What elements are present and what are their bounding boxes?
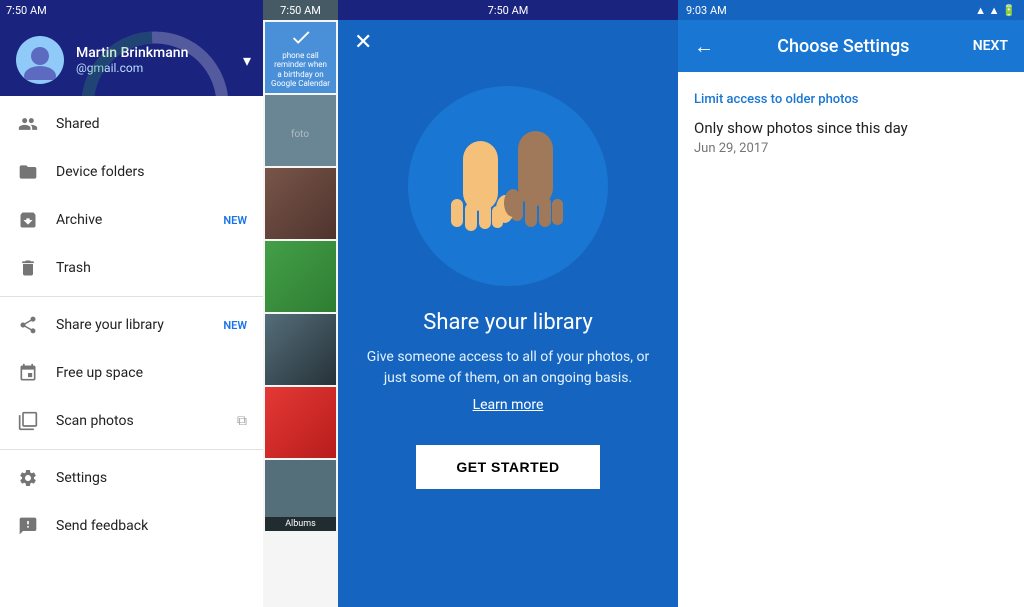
sidebar-item-send-feedback[interactable]: Send feedback <box>0 502 263 550</box>
free-space-icon <box>16 361 40 385</box>
svg-text:foto: foto <box>291 128 309 140</box>
share-title: Share your library <box>423 310 592 335</box>
grid-thumb-6 <box>265 387 336 458</box>
grid-thumb-3 <box>265 168 336 239</box>
free-space-label: Free up space <box>56 365 247 381</box>
status-bar-settings: 9:03 AM ▲ ▲ 🔋 <box>678 0 1024 20</box>
google-logo-bg <box>80 30 230 96</box>
settings-item-date: Jun 29, 2017 <box>694 141 1008 156</box>
grid-thumb-4 <box>265 241 336 312</box>
device-folders-label: Device folders <box>56 164 247 180</box>
albums-label: Albums <box>265 517 336 531</box>
share-library-label: Share your library <box>56 317 207 333</box>
grid-thumb-5 <box>265 314 336 385</box>
hands-illustration <box>408 86 608 286</box>
person-icon <box>16 112 40 136</box>
settings-title: Choose Settings <box>714 36 973 57</box>
get-started-button[interactable]: GET STARTED <box>416 445 599 489</box>
status-bar-left: 7:50 AM <box>0 0 263 20</box>
shared-label: Shared <box>56 116 247 132</box>
nav-divider-2 <box>0 449 263 450</box>
close-button[interactable]: ✕ <box>354 32 372 54</box>
trash-label: Trash <box>56 260 247 276</box>
status-bar-share: 7:50 AM <box>338 0 678 20</box>
feedback-icon <box>16 514 40 538</box>
status-time-left: 7:50 AM <box>6 4 47 17</box>
folder-icon <box>16 160 40 184</box>
share-panel: 7:50 AM ✕ Share your library Give someon… <box>338 0 678 607</box>
send-feedback-label: Send feedback <box>56 518 247 534</box>
archive-icon <box>16 208 40 232</box>
avatar <box>16 36 64 84</box>
sidebar-panel: 7:50 AM Martin Brinkmann @gmail.com ▾ <box>0 0 263 607</box>
sidebar-item-scan-photos[interactable]: Scan photos ⧉ <box>0 397 263 445</box>
sidebar-item-trash[interactable]: Trash <box>0 244 263 292</box>
settings-panel: 9:03 AM ▲ ▲ 🔋 ← Choose Settings NEXT Lim… <box>678 0 1024 607</box>
sidebar-header: Martin Brinkmann @gmail.com ▾ <box>0 20 263 96</box>
status-time-settings: 9:03 AM <box>686 4 727 17</box>
scan-photos-label: Scan photos <box>56 413 221 429</box>
archive-label: Archive <box>56 212 207 228</box>
sidebar-item-device-folders[interactable]: Device folders <box>0 148 263 196</box>
settings-topbar: ← Choose Settings NEXT <box>678 20 1024 72</box>
back-button[interactable]: ← <box>694 34 714 59</box>
signal-icons: ▲ ▲ 🔋 <box>975 4 1016 17</box>
learn-more-link[interactable]: Learn more <box>473 397 544 413</box>
status-time-mid: 7:50 AM <box>280 4 321 17</box>
status-bar-mid: 7:50 AM <box>263 0 338 20</box>
trash-icon <box>16 256 40 280</box>
settings-label: Settings <box>56 470 247 486</box>
sidebar-item-shared[interactable]: Shared <box>0 100 263 148</box>
share-library-badge: NEW <box>223 319 247 332</box>
settings-icon <box>16 466 40 490</box>
grid-thumb-7: Albums <box>265 460 336 531</box>
share-description: Give someone access to all of your photo… <box>338 347 678 389</box>
sidebar-item-archive[interactable]: Archive NEW <box>0 196 263 244</box>
sidebar-nav: Shared Device folders Archive NEW Trash <box>0 96 263 607</box>
external-link-icon: ⧉ <box>237 413 247 429</box>
settings-section-title: Limit access to older photos <box>694 92 1008 107</box>
grid-thumb-2: foto <box>265 95 336 166</box>
photo-grid: phone call reminder when a birthday on G… <box>263 20 338 607</box>
grid-panel: 7:50 AM phone call reminder when a birth… <box>263 0 338 607</box>
sidebar-item-share-library[interactable]: Share your library NEW <box>0 301 263 349</box>
share-topbar: ✕ <box>338 20 678 66</box>
settings-item-title: Only show photos since this day <box>694 119 1008 137</box>
sidebar-item-free-space[interactable]: Free up space <box>0 349 263 397</box>
grid-thumb-1: phone call reminder when a birthday on G… <box>265 22 336 93</box>
archive-badge: NEW <box>223 214 247 227</box>
status-time-share: 7:50 AM <box>488 4 529 17</box>
next-button[interactable]: NEXT <box>973 38 1008 54</box>
share-icon <box>16 313 40 337</box>
dropdown-arrow-icon[interactable]: ▾ <box>243 51 251 70</box>
nav-divider <box>0 296 263 297</box>
scan-icon <box>16 409 40 433</box>
holding-hands-svg <box>433 121 583 251</box>
sidebar-item-settings[interactable]: Settings <box>0 454 263 502</box>
settings-body: Limit access to older photos Only show p… <box>678 72 1024 176</box>
